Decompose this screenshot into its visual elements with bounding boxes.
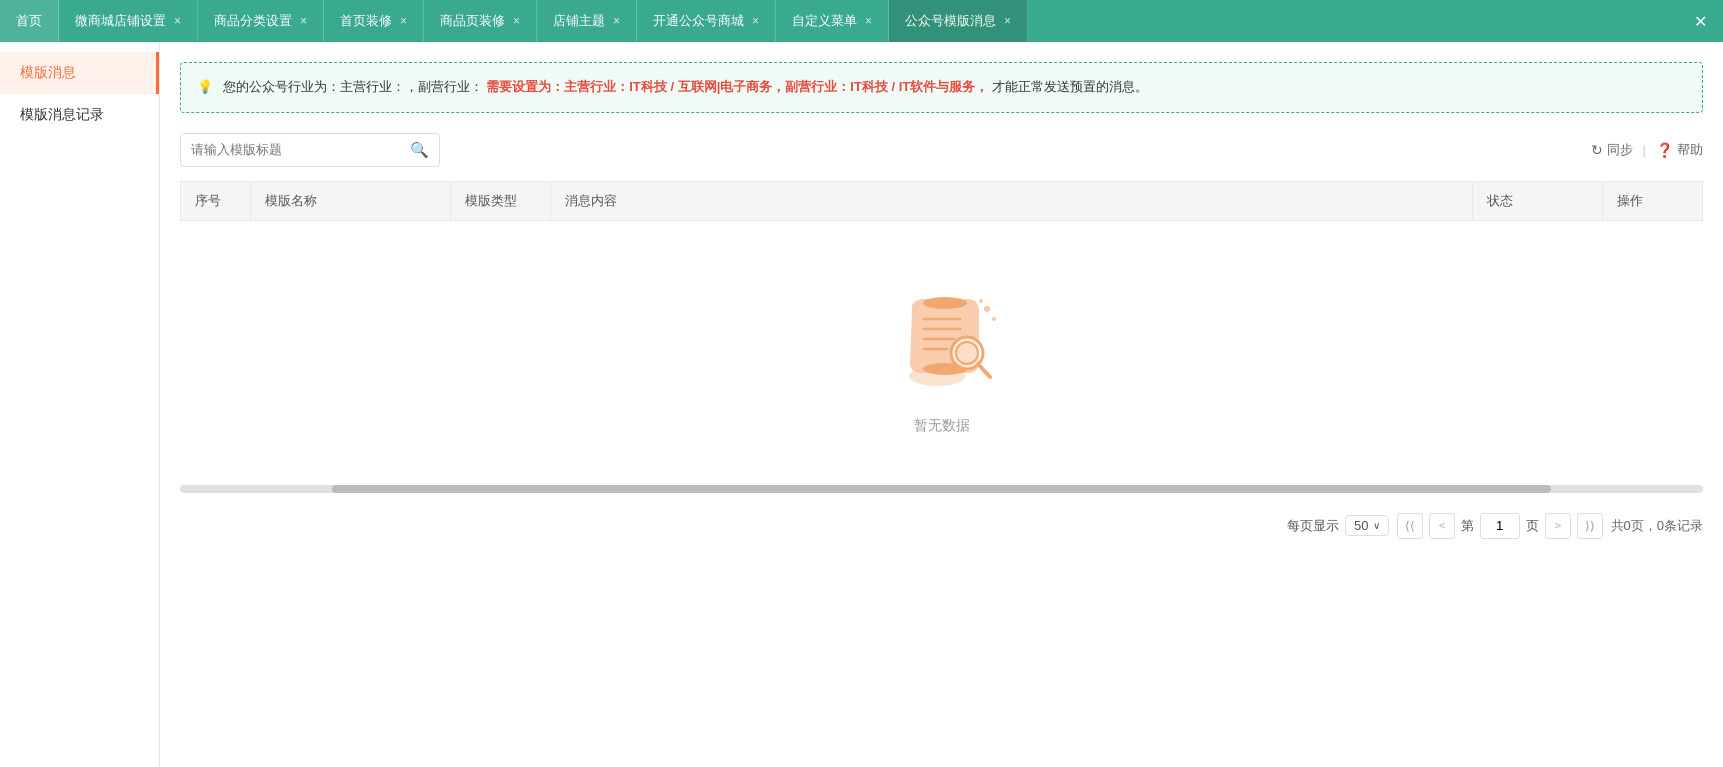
empty-row: 暂无数据 xyxy=(181,220,1703,475)
content-area: 💡 您的公众号行业为：主营行业：，副营行业： 需要设置为：主营行业：IT科技 /… xyxy=(160,42,1723,767)
col-name: 模版名称 xyxy=(251,181,451,220)
page-size-value: 50 xyxy=(1354,518,1368,533)
empty-illustration xyxy=(882,281,1002,401)
help-icon: ❓ xyxy=(1656,142,1673,158)
tab-wechat-shop-close[interactable]: × xyxy=(174,14,181,28)
table-header-row: 序号 模版名称 模版类型 消息内容 状态 操作 xyxy=(181,181,1703,220)
tab-open-mall-label: 开通公众号商城 xyxy=(653,12,744,30)
page-controls: ⟨⟨ ＜ 第 页 ＞ ⟩⟩ xyxy=(1397,513,1603,539)
notice-icon: 💡 xyxy=(197,79,213,94)
scroll-bar-area[interactable] xyxy=(180,485,1703,493)
sidebar: 模版消息 模版消息记录 xyxy=(0,42,160,767)
svg-point-10 xyxy=(984,306,990,312)
notice-suffix: 才能正常发送预置的消息。 xyxy=(992,79,1148,94)
search-icon[interactable]: 🔍 xyxy=(410,141,429,159)
tab-shop-theme-close[interactable]: × xyxy=(613,14,620,28)
tab-wechat-shop-label: 微商城店铺设置 xyxy=(75,12,166,30)
page-size-dropdown[interactable]: 50 ∨ xyxy=(1345,515,1388,536)
tab-open-mall-close[interactable]: × xyxy=(752,14,759,28)
tab-shop-theme[interactable]: 店铺主题 × xyxy=(537,0,637,42)
search-input-wrap[interactable]: 🔍 xyxy=(180,133,440,167)
data-table: 序号 模版名称 模版类型 消息内容 状态 操作 xyxy=(180,181,1703,475)
pagination: 每页显示 50 ∨ ⟨⟨ ＜ 第 页 ＞ ⟩⟩ 共0页，0条记录 xyxy=(180,503,1703,549)
tab-product-category-close[interactable]: × xyxy=(300,14,307,28)
first-page-button[interactable]: ⟨⟨ xyxy=(1397,513,1423,539)
tab-bar-close-all[interactable]: ✕ xyxy=(1678,12,1723,31)
col-index: 序号 xyxy=(181,181,251,220)
prev-page-button[interactable]: ＜ xyxy=(1429,513,1455,539)
sync-button[interactable]: ↻ 同步 xyxy=(1591,141,1633,159)
search-input[interactable] xyxy=(191,142,410,157)
col-action: 操作 xyxy=(1603,181,1703,220)
help-label: 帮助 xyxy=(1677,141,1703,159)
next-page-button[interactable]: ＞ xyxy=(1545,513,1571,539)
tab-custom-menu[interactable]: 自定义菜单 × xyxy=(776,0,889,42)
svg-line-9 xyxy=(978,364,990,377)
notice-prefix: 您的公众号行业为：主营行业：，副营行业： xyxy=(223,79,483,94)
page-size-label: 每页显示 xyxy=(1287,517,1339,535)
svg-point-1 xyxy=(923,297,967,309)
svg-point-8 xyxy=(956,342,978,364)
sidebar-item-template-record[interactable]: 模版消息记录 xyxy=(0,94,159,136)
tab-template-msg-label: 公众号模版消息 xyxy=(905,12,996,30)
tab-product-decor[interactable]: 商品页装修 × xyxy=(424,0,537,42)
col-content: 消息内容 xyxy=(551,181,1473,220)
tab-custom-menu-close[interactable]: × xyxy=(865,14,872,28)
page-size-select: 每页显示 50 ∨ xyxy=(1287,515,1388,536)
empty-state: 暂无数据 xyxy=(181,221,1703,475)
tab-product-category-label: 商品分类设置 xyxy=(214,12,292,30)
table-header: 序号 模版名称 模版类型 消息内容 状态 操作 xyxy=(181,181,1703,220)
tab-bar: 首页 微商城店铺设置 × 商品分类设置 × 首页装修 × 商品页装修 × 店铺主… xyxy=(0,0,1723,42)
sidebar-item-template-message[interactable]: 模版消息 xyxy=(0,52,159,94)
page-label-prefix: 第 xyxy=(1461,517,1474,535)
tab-home[interactable]: 首页 xyxy=(0,0,59,42)
tab-template-msg-close[interactable]: × xyxy=(1004,14,1011,28)
tab-template-msg[interactable]: 公众号模版消息 × xyxy=(889,0,1028,42)
tab-open-mall[interactable]: 开通公众号商城 × xyxy=(637,0,776,42)
page-summary: 共0页，0条记录 xyxy=(1611,517,1703,535)
empty-icon-wrap xyxy=(882,281,1002,401)
tab-homepage-decor-close[interactable]: × xyxy=(400,14,407,28)
col-status: 状态 xyxy=(1473,181,1603,220)
tab-product-decor-close[interactable]: × xyxy=(513,14,520,28)
sync-icon: ↻ xyxy=(1591,142,1603,158)
chevron-down-icon: ∨ xyxy=(1373,520,1380,531)
action-divider: | xyxy=(1643,142,1646,157)
page-label-suffix: 页 xyxy=(1526,517,1539,535)
sync-label: 同步 xyxy=(1607,141,1633,159)
tab-product-decor-label: 商品页装修 xyxy=(440,12,505,30)
tab-wechat-shop[interactable]: 微商城店铺设置 × xyxy=(59,0,198,42)
page-number-input[interactable] xyxy=(1480,513,1520,539)
notice-box: 💡 您的公众号行业为：主营行业：，副营行业： 需要设置为：主营行业：IT科技 /… xyxy=(180,62,1703,113)
search-bar: 🔍 ↻ 同步 | ❓ 帮助 xyxy=(180,133,1703,167)
tab-homepage-decor[interactable]: 首页装修 × xyxy=(324,0,424,42)
scroll-thumb[interactable] xyxy=(332,485,1550,493)
tab-shop-theme-label: 店铺主题 xyxy=(553,12,605,30)
search-actions: ↻ 同步 | ❓ 帮助 xyxy=(1591,141,1703,159)
tab-product-category[interactable]: 商品分类设置 × xyxy=(198,0,324,42)
empty-text: 暂无数据 xyxy=(914,417,970,435)
last-page-button[interactable]: ⟩⟩ xyxy=(1577,513,1603,539)
notice-highlight: 需要设置为：主营行业：IT科技 / 互联网|电子商务，副营行业：IT科技 / I… xyxy=(486,79,988,94)
table-body: 暂无数据 xyxy=(181,220,1703,475)
tab-home-label: 首页 xyxy=(16,12,42,30)
col-type: 模版类型 xyxy=(451,181,551,220)
main-layout: 模版消息 模版消息记录 💡 您的公众号行业为：主营行业：，副营行业： 需要设置为… xyxy=(0,42,1723,767)
tab-custom-menu-label: 自定义菜单 xyxy=(792,12,857,30)
sidebar-item-template-record-label: 模版消息记录 xyxy=(20,106,104,122)
sidebar-item-template-message-label: 模版消息 xyxy=(20,64,76,80)
help-button[interactable]: ❓ 帮助 xyxy=(1656,141,1703,159)
svg-point-11 xyxy=(992,317,996,321)
svg-point-12 xyxy=(979,299,983,303)
tab-homepage-decor-label: 首页装修 xyxy=(340,12,392,30)
